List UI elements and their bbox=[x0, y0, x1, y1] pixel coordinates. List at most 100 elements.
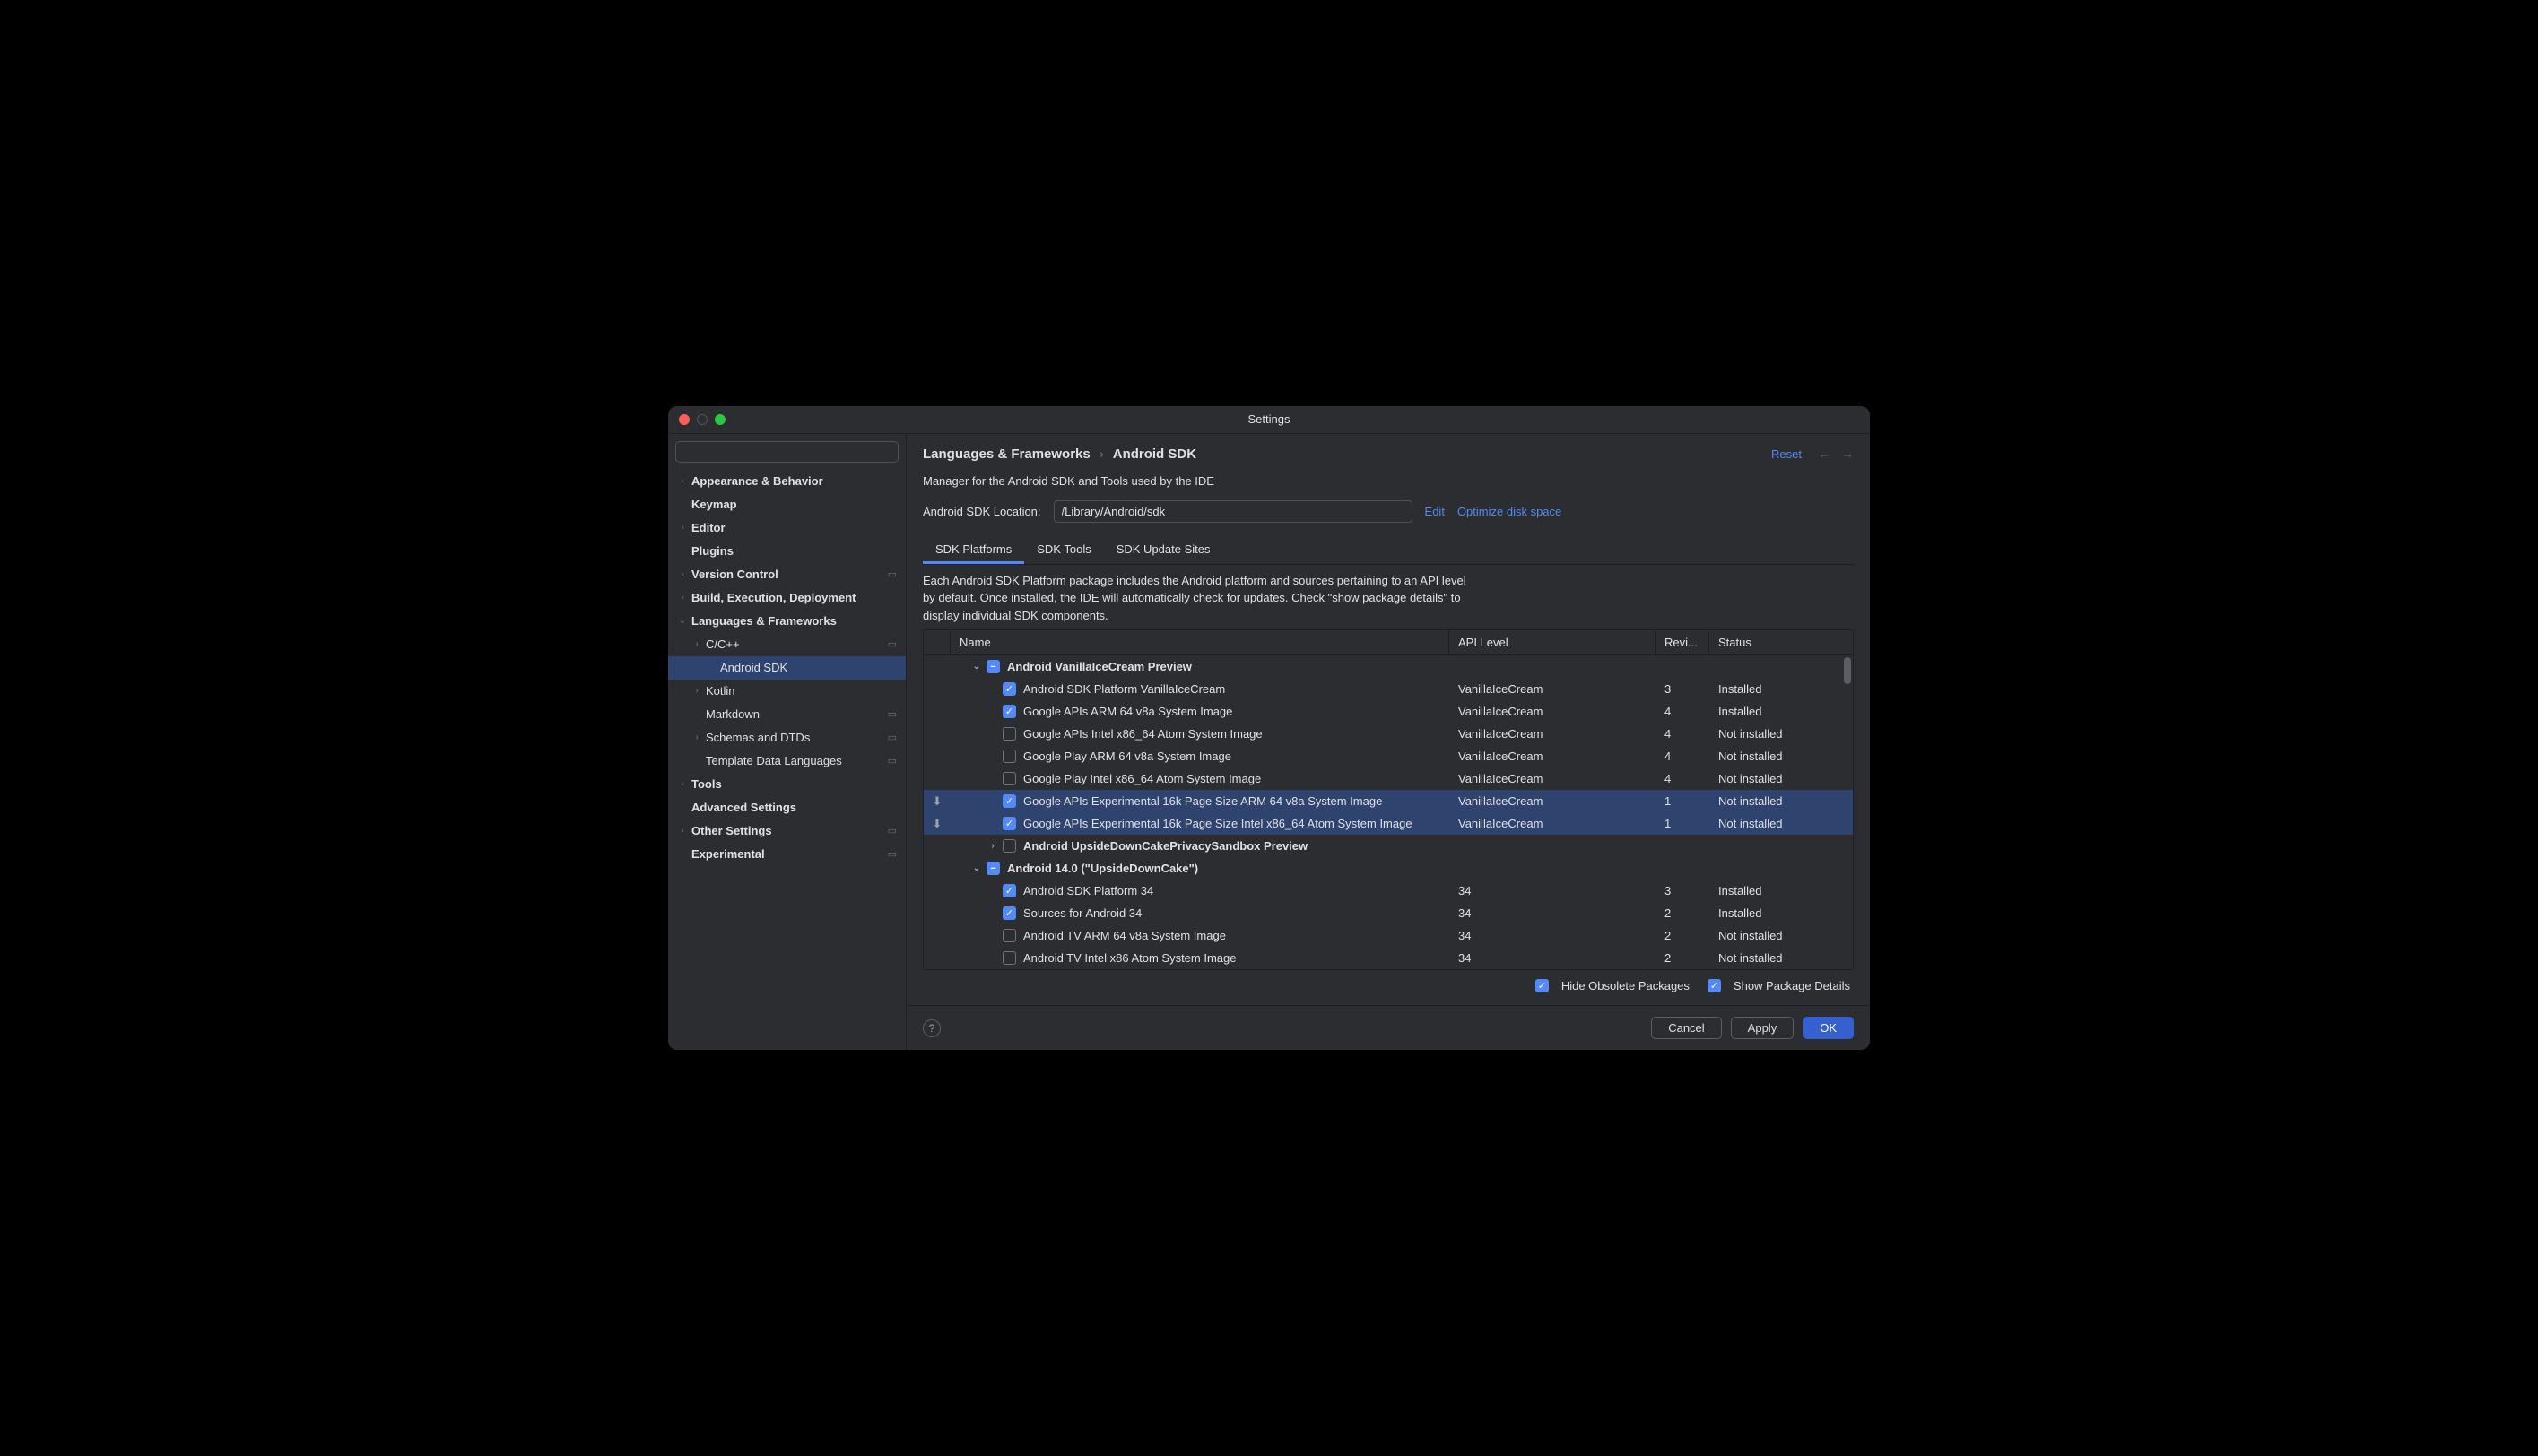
download-cell: ⬇ bbox=[924, 794, 951, 809]
chevron-icon: › bbox=[675, 826, 690, 836]
sidebar-item-android-sdk[interactable]: Android SDK bbox=[668, 656, 906, 680]
sidebar-item-label: Plugins bbox=[690, 544, 899, 558]
sidebar-item-editor[interactable]: ›Editor bbox=[668, 516, 906, 540]
settings-window: Settings 🔍 ›Appearance & BehaviorKeymap›… bbox=[668, 406, 1870, 1051]
sidebar-item-label: Languages & Frameworks bbox=[690, 614, 899, 628]
expand-icon[interactable]: ⌄ bbox=[970, 863, 983, 873]
package-row[interactable]: ✓Android SDK Platform 34343Installed bbox=[924, 880, 1853, 902]
sdk-location-input[interactable] bbox=[1054, 500, 1412, 523]
sidebar-item-version-control[interactable]: ›Version Control▭ bbox=[668, 563, 906, 586]
checkbox[interactable]: ✓ bbox=[1003, 884, 1016, 897]
back-icon[interactable]: ← bbox=[1818, 446, 1830, 461]
ok-button[interactable]: OK bbox=[1803, 1017, 1854, 1039]
checkbox[interactable] bbox=[1003, 929, 1016, 942]
help-icon[interactable]: ? bbox=[923, 1019, 941, 1037]
sidebar-item-tools[interactable]: ›Tools bbox=[668, 773, 906, 796]
checkbox[interactable] bbox=[1003, 951, 1016, 965]
search-input[interactable] bbox=[675, 441, 899, 463]
col-revision[interactable]: Revi... bbox=[1656, 630, 1709, 654]
status-cell: Not installed bbox=[1709, 750, 1853, 763]
sidebar-item-schemas-and-dtds[interactable]: ›Schemas and DTDs▭ bbox=[668, 726, 906, 750]
table-body[interactable]: ⌄−Android VanillaIceCream Preview✓Androi… bbox=[924, 655, 1853, 969]
col-status[interactable]: Status bbox=[1709, 630, 1853, 654]
sidebar-item-languages-frameworks[interactable]: ⌄Languages & Frameworks bbox=[668, 610, 906, 633]
checkbox-icon: ✓ bbox=[1708, 979, 1721, 992]
main-panel: Languages & Frameworks › Android SDK Res… bbox=[907, 434, 1870, 1051]
rev-cell: 4 bbox=[1656, 727, 1709, 741]
package-row[interactable]: Google Play ARM 64 v8a System ImageVanil… bbox=[924, 745, 1853, 767]
package-row[interactable]: ✓Google APIs ARM 64 v8a System ImageVani… bbox=[924, 700, 1853, 723]
tab-sdk-platforms[interactable]: SDK Platforms bbox=[923, 537, 1024, 564]
sidebar-item-experimental[interactable]: Experimental▭ bbox=[668, 843, 906, 866]
sidebar-item-appearance-behavior[interactable]: ›Appearance & Behavior bbox=[668, 470, 906, 493]
col-api-level[interactable]: API Level bbox=[1449, 630, 1656, 654]
sidebar-item-build-execution-deployment[interactable]: ›Build, Execution, Deployment bbox=[668, 586, 906, 610]
expand-icon[interactable]: › bbox=[987, 841, 999, 851]
api-cell: VanillaIceCream bbox=[1449, 727, 1656, 741]
checkbox[interactable]: − bbox=[987, 862, 1000, 875]
checkbox[interactable]: ✓ bbox=[1003, 682, 1016, 696]
rev-cell: 4 bbox=[1656, 772, 1709, 785]
package-name: Google APIs Experimental 16k Page Size A… bbox=[1023, 794, 1382, 808]
name-cell: Android TV ARM 64 v8a System Image bbox=[951, 929, 1449, 942]
sidebar-item-label: Advanced Settings bbox=[690, 801, 899, 814]
settings-tree: ›Appearance & BehaviorKeymap›EditorPlugi… bbox=[668, 470, 906, 1051]
package-row[interactable]: ✓Sources for Android 34342Installed bbox=[924, 902, 1853, 924]
show-details-label: Show Package Details bbox=[1734, 979, 1850, 992]
package-row[interactable]: Android TV Intel x86 Atom System Image34… bbox=[924, 947, 1853, 969]
name-cell: ✓Android SDK Platform VanillaIceCream bbox=[951, 682, 1449, 696]
package-row[interactable]: ⬇✓Google APIs Experimental 16k Page Size… bbox=[924, 812, 1853, 835]
name-cell: Google Play Intel x86_64 Atom System Ima… bbox=[951, 772, 1449, 785]
scrollbar-thumb[interactable] bbox=[1844, 657, 1851, 684]
tab-sdk-tools[interactable]: SDK Tools bbox=[1024, 537, 1103, 564]
show-details-checkbox[interactable]: ✓ Show Package Details bbox=[1708, 979, 1850, 992]
checkbox[interactable] bbox=[1003, 750, 1016, 763]
checkbox[interactable] bbox=[1003, 839, 1016, 853]
tab-sdk-update-sites[interactable]: SDK Update Sites bbox=[1104, 537, 1223, 564]
edit-link[interactable]: Edit bbox=[1425, 505, 1445, 518]
sidebar-item-plugins[interactable]: Plugins bbox=[668, 540, 906, 563]
expand-icon[interactable]: ⌄ bbox=[970, 662, 983, 672]
sidebar-item-label: Kotlin bbox=[704, 684, 899, 698]
scope-icon: ▭ bbox=[888, 755, 897, 767]
checkbox[interactable] bbox=[1003, 727, 1016, 741]
checkbox[interactable] bbox=[1003, 772, 1016, 785]
hide-obsolete-checkbox[interactable]: ✓ Hide Obsolete Packages bbox=[1535, 979, 1690, 992]
apply-button[interactable]: Apply bbox=[1731, 1017, 1795, 1039]
sidebar-item-c-c-[interactable]: ›C/C++▭ bbox=[668, 633, 906, 656]
checkbox[interactable]: ✓ bbox=[1003, 906, 1016, 920]
package-group[interactable]: ⌄−Android VanillaIceCream Preview bbox=[924, 655, 1853, 678]
package-row[interactable]: ⬇ ✓ Google APIs Experimental 16k Page Size… bbox=[924, 790, 1853, 812]
optimize-link[interactable]: Optimize disk space bbox=[1457, 505, 1561, 518]
sidebar-item-keymap[interactable]: Keymap bbox=[668, 493, 906, 516]
col-name[interactable]: Name bbox=[951, 630, 1449, 654]
package-row[interactable]: ✓Android SDK Platform VanillaIceCreamVan… bbox=[924, 678, 1853, 700]
name-cell: ⌄−Android 14.0 ("UpsideDownCake") bbox=[951, 862, 1449, 875]
package-group[interactable]: ›Android UpsideDownCakePrivacySandbox Pr… bbox=[924, 835, 1853, 857]
sidebar-item-kotlin[interactable]: ›Kotlin bbox=[668, 680, 906, 703]
checkbox[interactable]: ✓ bbox=[1003, 705, 1016, 718]
checkbox[interactable]: ✓ bbox=[1003, 794, 1016, 808]
sidebar-item-label: Appearance & Behavior bbox=[690, 474, 899, 488]
cancel-button[interactable]: Cancel bbox=[1651, 1017, 1721, 1039]
package-name: Google APIs ARM 64 v8a System Image bbox=[1023, 705, 1232, 718]
forward-icon[interactable]: → bbox=[1841, 446, 1854, 461]
package-row[interactable]: Google Play Intel x86_64 Atom System Ima… bbox=[924, 767, 1853, 790]
package-row[interactable]: Android TV ARM 64 v8a System Image342Not… bbox=[924, 924, 1853, 947]
sidebar-item-template-data-languages[interactable]: Template Data Languages▭ bbox=[668, 750, 906, 773]
sidebar-item-markdown[interactable]: Markdown▭ bbox=[668, 703, 906, 726]
api-cell: 34 bbox=[1449, 884, 1656, 897]
name-cell: ⌄−Android VanillaIceCream Preview bbox=[951, 660, 1449, 673]
checkbox[interactable]: − bbox=[987, 660, 1000, 673]
sidebar-item-advanced-settings[interactable]: Advanced Settings bbox=[668, 796, 906, 819]
package-name: Android 14.0 ("UpsideDownCake") bbox=[1007, 862, 1198, 875]
package-row[interactable]: Google APIs Intel x86_64 Atom System Ima… bbox=[924, 723, 1853, 745]
api-cell: VanillaIceCream bbox=[1449, 794, 1656, 808]
package-group[interactable]: ⌄−Android 14.0 ("UpsideDownCake") bbox=[924, 857, 1853, 880]
sidebar-item-other-settings[interactable]: ›Other Settings▭ bbox=[668, 819, 906, 843]
name-cell: ›Android UpsideDownCakePrivacySandbox Pr… bbox=[951, 839, 1449, 853]
table-header: Name API Level Revi... Status bbox=[924, 630, 1853, 655]
reset-link[interactable]: Reset bbox=[1771, 447, 1802, 461]
checkbox[interactable]: ✓ bbox=[1003, 817, 1016, 830]
breadcrumb-parent[interactable]: Languages & Frameworks bbox=[923, 446, 1091, 462]
